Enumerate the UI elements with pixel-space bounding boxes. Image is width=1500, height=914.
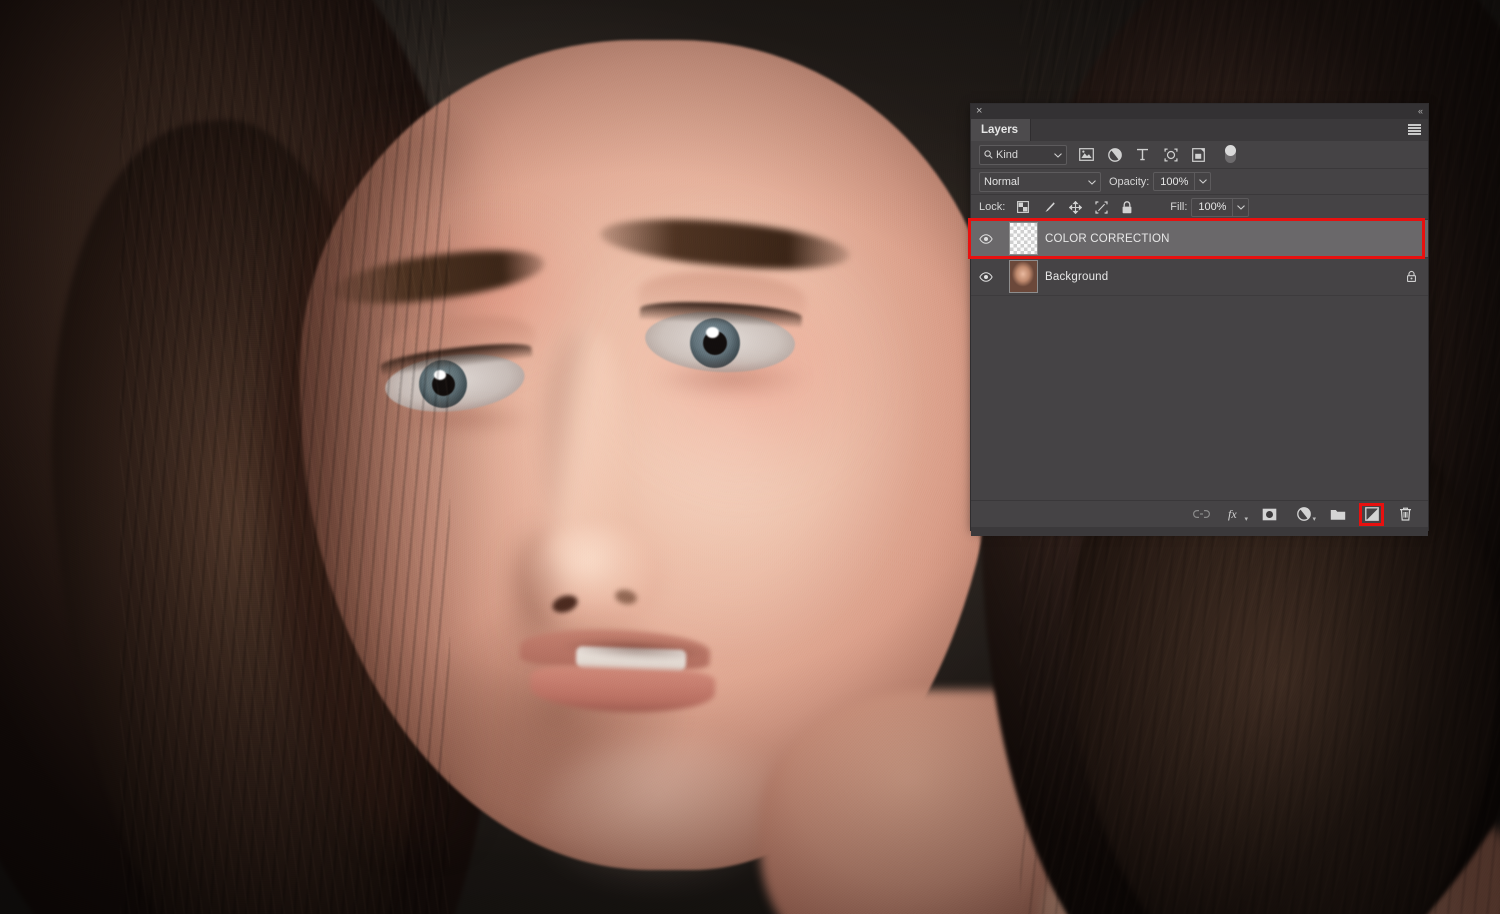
table-row[interactable]: COLOR CORRECTION <box>968 218 1428 259</box>
panel-tabbar[interactable]: Layers <box>971 119 1428 141</box>
layer-filter-row: Kind <box>971 141 1428 169</box>
eye-icon <box>979 233 993 244</box>
opacity-input[interactable]: 100% <box>1153 172 1196 191</box>
lock-image-pixels-icon[interactable] <box>1042 200 1056 214</box>
magnifier-icon <box>984 150 993 159</box>
lock-all-icon[interactable] <box>1120 200 1134 214</box>
opacity-value: 100% <box>1160 175 1189 188</box>
filter-kind-label: Kind <box>996 148 1019 161</box>
layer-visibility-toggle[interactable] <box>971 233 1001 244</box>
layer-name-label[interactable]: COLOR CORRECTION <box>1045 233 1394 245</box>
layer-list-empty-area[interactable] <box>971 296 1428 500</box>
panel-bottom-edge <box>971 527 1428 536</box>
layer-thumbnail-transparent <box>1008 222 1038 255</box>
panel-titlebar: × « <box>971 104 1428 119</box>
thumbnail-bars <box>1010 223 1037 254</box>
layer-visibility-toggle[interactable] <box>971 271 1001 282</box>
lock-label: Lock: <box>979 201 1006 213</box>
link-layers-icon[interactable] <box>1193 506 1210 523</box>
filter-pixel-layers-icon[interactable] <box>1079 147 1094 162</box>
opacity-stepper-icon[interactable] <box>1195 172 1212 191</box>
blend-mode-dropdown[interactable]: Normal <box>979 171 1101 192</box>
filter-shape-layers-icon[interactable] <box>1163 147 1178 162</box>
filter-type-icons <box>1079 145 1236 163</box>
layers-panel-footer: fx ▾ ▾ <box>971 500 1428 527</box>
lock-position-icon[interactable] <box>1068 200 1082 214</box>
collapse-panel-icon[interactable]: « <box>1418 105 1423 117</box>
add-layer-mask-icon[interactable] <box>1261 506 1278 523</box>
chevron-down-icon: ▾ <box>1244 515 1248 523</box>
panel-body: Kind Normal Opacity: 100% Lock: Fill: 10… <box>968 141 1428 536</box>
close-icon[interactable]: × <box>976 105 982 117</box>
fill-value: 100% <box>1198 201 1227 213</box>
eye-icon <box>979 271 993 282</box>
layer-name-label[interactable]: Background <box>1045 271 1394 283</box>
fill-stepper-icon[interactable] <box>1233 197 1250 217</box>
panel-menu-icon[interactable] <box>1408 124 1421 135</box>
lock-artboard-nesting-icon[interactable] <box>1094 200 1108 214</box>
layer-thumbnail[interactable] <box>1001 222 1045 255</box>
chevron-down-icon <box>1088 176 1096 188</box>
layer-thumbnail[interactable] <box>1001 260 1045 293</box>
new-adjustment-layer-icon[interactable]: ▾ <box>1295 506 1316 523</box>
layer-lock-indicator[interactable] <box>1394 270 1428 283</box>
new-group-icon[interactable] <box>1329 506 1346 523</box>
svg-text:fx: fx <box>1228 507 1237 521</box>
filter-enable-toggle[interactable] <box>1225 145 1236 163</box>
lock-icon <box>1406 270 1416 283</box>
tab-layers-label: Layers <box>981 124 1019 136</box>
lock-icons-group <box>1016 200 1134 214</box>
layer-thumbnail-photo <box>1008 260 1038 293</box>
table-row[interactable]: Background <box>971 258 1428 296</box>
chevron-down-icon <box>1054 149 1062 161</box>
filter-kind-dropdown[interactable]: Kind <box>979 144 1067 165</box>
filter-type-layers-icon[interactable] <box>1135 147 1150 162</box>
filter-smart-objects-icon[interactable] <box>1191 147 1206 162</box>
tab-layers[interactable]: Layers <box>971 119 1032 141</box>
fill-label: Fill: <box>1170 201 1188 213</box>
blend-opacity-row: Normal Opacity: 100% <box>971 169 1428 195</box>
new-layer-icon[interactable] <box>1359 502 1384 526</box>
chevron-down-icon: ▾ <box>1312 515 1316 523</box>
lock-fill-row: Lock: Fill: 100% <box>971 195 1428 220</box>
layers-panel[interactable]: × « Layers Kind Normal Opacity: 100% Loc… <box>968 104 1428 536</box>
layer-list[interactable]: COLOR CORRECTION Background <box>968 218 1428 296</box>
delete-layer-icon[interactable] <box>1397 506 1414 523</box>
blend-mode-value: Normal <box>984 175 1020 188</box>
fill-input[interactable]: 100% <box>1191 197 1234 217</box>
filter-adjustment-layers-icon[interactable] <box>1107 147 1122 162</box>
lock-transparent-pixels-icon[interactable] <box>1016 200 1030 214</box>
layer-style-fx-icon[interactable]: fx ▾ <box>1227 506 1248 523</box>
opacity-label: Opacity: <box>1109 175 1150 188</box>
